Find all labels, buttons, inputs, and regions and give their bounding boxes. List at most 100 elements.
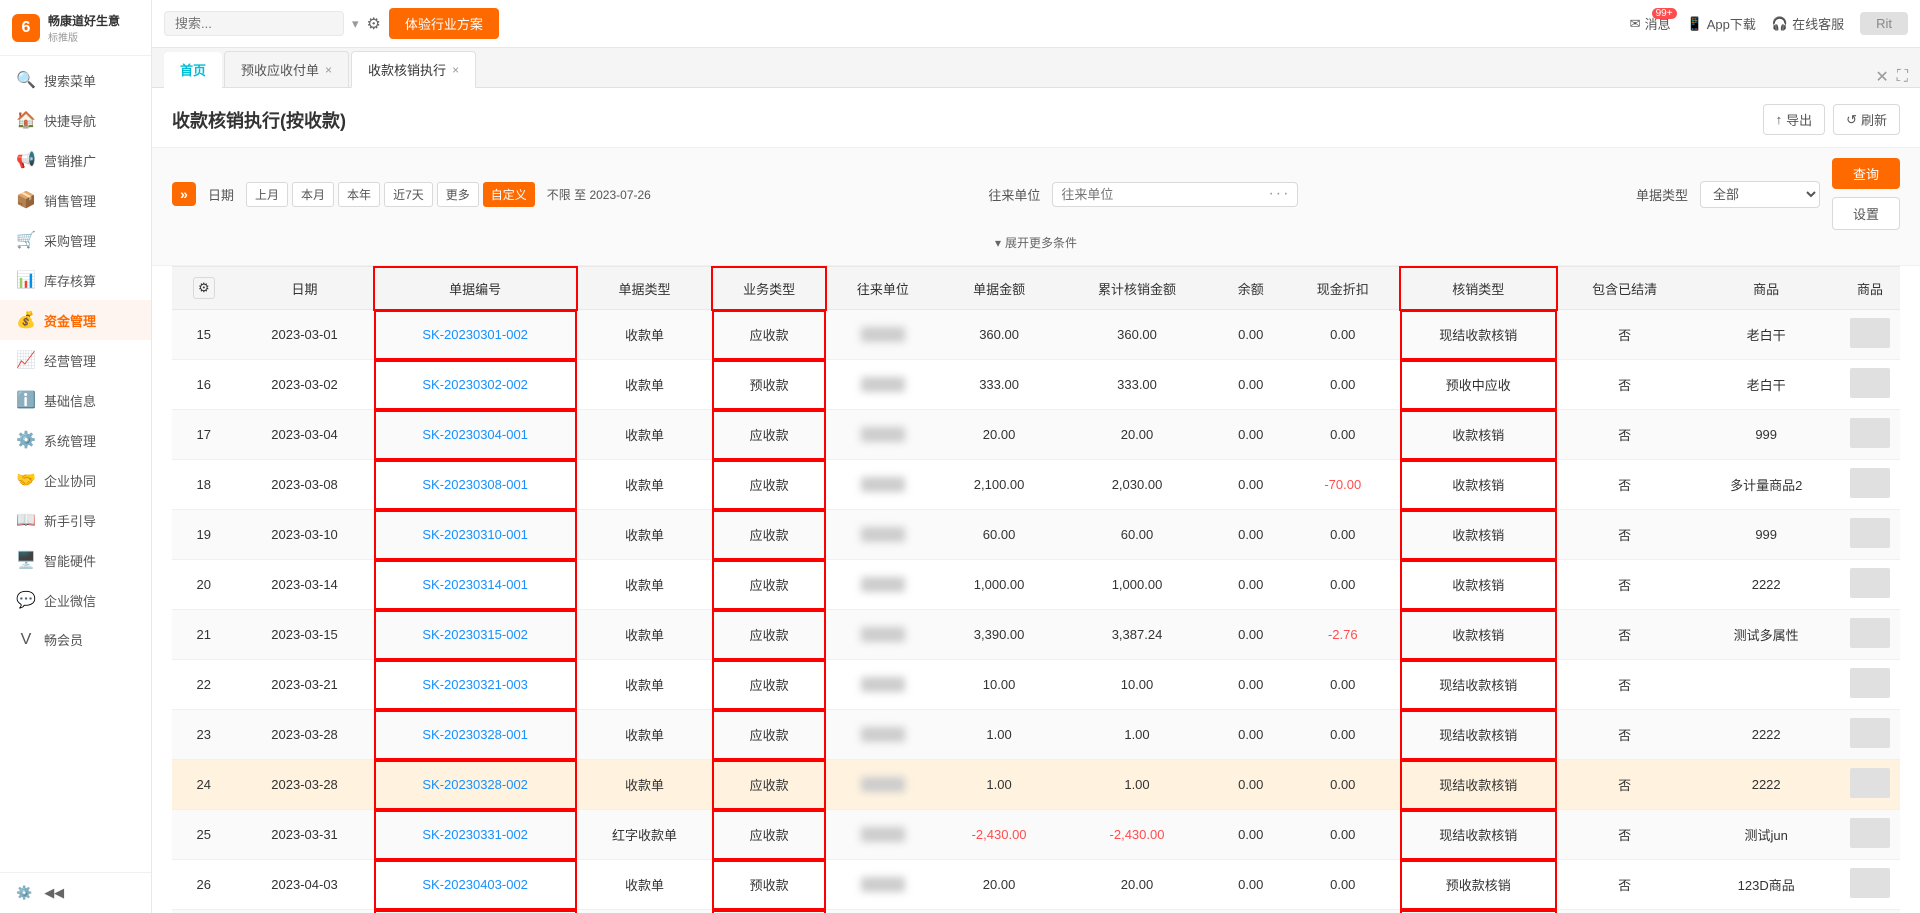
wechat-icon: 💬: [16, 590, 36, 610]
bill-no-link[interactable]: SK-20230308-001: [422, 477, 528, 492]
finance-icon: 💰: [16, 310, 36, 330]
tab-prepay-close-icon[interactable]: ×: [325, 63, 332, 77]
cell-verified: 10.00: [1058, 660, 1215, 710]
bill-no-link[interactable]: SK-20230403-002: [422, 877, 528, 892]
settings-bottom-icon[interactable]: ⚙️: [16, 885, 32, 901]
sidebar-item-label: 销售管理: [44, 191, 96, 210]
cell-bill-no: SK-20230403-002: [374, 860, 577, 910]
sidebar-item-guide[interactable]: 📖 新手引导: [0, 500, 151, 540]
online-service-button[interactable]: 🎧 在线客服: [1772, 14, 1844, 33]
sidebar-item-label: 采购管理: [44, 231, 96, 250]
app-name: 畅康道好生意 标推版: [48, 12, 120, 44]
bill-no-link[interactable]: SK-20230304-001: [422, 427, 528, 442]
cell-goods1: 2222: [1692, 710, 1840, 760]
this-month-button[interactable]: 本月: [292, 182, 334, 207]
last-month-button[interactable]: 上月: [246, 182, 288, 207]
sidebar-item-search[interactable]: 🔍 搜索菜单: [0, 60, 151, 100]
filter-expand-button[interactable]: »: [172, 182, 196, 206]
unit-search-input[interactable]: [1052, 182, 1298, 207]
sidebar: 6 畅康道好生意 标推版 🔍 搜索菜单 🏠 快捷导航 📢 营销推广 📦 销售管理…: [0, 0, 152, 913]
cell-bill-type: 收款单: [577, 660, 712, 710]
app-download-button[interactable]: 📱 App下载: [1687, 14, 1756, 33]
unit-filter-label: 往来单位: [988, 185, 1040, 204]
tabbar-right-controls: ✕ ⛶: [1875, 67, 1920, 87]
topbar-search-input[interactable]: [164, 11, 344, 36]
bill-no-link[interactable]: SK-20230328-002: [422, 777, 528, 792]
bill-no-link[interactable]: SK-20230310-001: [422, 527, 528, 542]
tab-collection-label: 收款核销执行: [368, 60, 446, 79]
cell-verified: 1,000.00: [1058, 560, 1215, 610]
expand-more-row[interactable]: ▾ 展开更多条件: [172, 230, 1900, 255]
main-area: ▾ ⚙ 体验行业方案 ✉ 消息 99+ 📱 App下载 🎧 在线客服 Rit 首…: [152, 0, 1920, 913]
tab-prepay[interactable]: 预收应收付单 ×: [224, 51, 349, 87]
sidebar-item-inventory[interactable]: 📊 库存核算: [0, 260, 151, 300]
cell-amount: 2,100.00: [940, 460, 1059, 510]
this-year-button[interactable]: 本年: [338, 182, 380, 207]
bill-no-link[interactable]: SK-20230315-002: [422, 627, 528, 642]
tab-close-all-icon[interactable]: ✕: [1875, 67, 1888, 87]
tabbar: 首页 预收应收付单 × 收款核销执行 × ✕ ⛶: [152, 48, 1920, 88]
cell-no: 23: [172, 710, 236, 760]
export-button[interactable]: ↑ 导出: [1763, 104, 1826, 135]
cell-verify-type: 现结收款核销: [1400, 910, 1557, 913]
cell-bill-no: SK-20230314-001: [374, 560, 577, 610]
sidebar-item-base-info[interactable]: ℹ️ 基础信息: [0, 380, 151, 420]
cell-amount: 20.00: [940, 410, 1059, 460]
7days-button[interactable]: 近7天: [384, 182, 433, 207]
cell-goods2: [1840, 410, 1900, 460]
bill-no-link[interactable]: SK-20230301-002: [422, 327, 528, 342]
column-settings-icon[interactable]: ⚙: [193, 277, 215, 299]
sidebar-item-management[interactable]: 📈 经营管理: [0, 340, 151, 380]
unit-search-dots[interactable]: ···: [1268, 185, 1290, 203]
sidebar-item-marketing[interactable]: 📢 营销推广: [0, 140, 151, 180]
user-avatar[interactable]: Rit: [1860, 12, 1908, 35]
sidebar-item-vip[interactable]: V 畅会员: [0, 620, 151, 659]
message-button[interactable]: ✉ 消息 99+: [1630, 14, 1671, 33]
tab-collection[interactable]: 收款核销执行 ×: [351, 51, 476, 88]
collapse-icon[interactable]: ◀◀: [44, 885, 64, 901]
settings-button[interactable]: 设置: [1832, 197, 1900, 230]
table-body: 15 2023-03-01 SK-20230301-002 收款单 应收款 XX…: [172, 310, 1900, 913]
custom-date-button[interactable]: 自定义: [483, 182, 535, 207]
cell-verify-type: 收款核销: [1400, 460, 1557, 510]
cell-bill-type: 收款单: [577, 760, 712, 810]
sidebar-menu: 🔍 搜索菜单 🏠 快捷导航 📢 营销推广 📦 销售管理 🛒 采购管理 📊 库存核…: [0, 56, 151, 872]
cell-verified: 3,387.24: [1058, 610, 1215, 660]
cell-verify-type: 现结收款核销: [1400, 710, 1557, 760]
sidebar-item-quick-nav[interactable]: 🏠 快捷导航: [0, 100, 151, 140]
cell-biz-type: 应收款: [712, 660, 826, 710]
cell-included: 否: [1557, 410, 1692, 460]
page-title: 收款核销执行(按收款): [172, 107, 346, 133]
bill-no-link[interactable]: SK-20230302-002: [422, 377, 528, 392]
sidebar-item-finance[interactable]: 💰 资金管理: [0, 300, 151, 340]
cell-biz-type: 应收款: [712, 460, 826, 510]
sidebar-item-system[interactable]: ⚙️ 系统管理: [0, 420, 151, 460]
cell-goods2: [1840, 910, 1900, 913]
sidebar-item-sales[interactable]: 📦 销售管理: [0, 180, 151, 220]
tab-collection-close-icon[interactable]: ×: [452, 63, 459, 77]
tab-home[interactable]: 首页: [164, 52, 222, 88]
bill-no-link[interactable]: SK-20230321-003: [422, 677, 528, 692]
cell-unit: XXXXX: [826, 910, 940, 913]
cell-unit: XXXXX: [826, 810, 940, 860]
query-button[interactable]: 查询: [1832, 158, 1900, 189]
cell-bill-no: SK-20230331-002: [374, 810, 577, 860]
topbar-gear-icon[interactable]: ⚙: [367, 14, 381, 34]
cell-bill-no: SK-20230304-001: [374, 410, 577, 460]
sidebar-item-purchase[interactable]: 🛒 采购管理: [0, 220, 151, 260]
bill-no-link[interactable]: SK-20230328-001: [422, 727, 528, 742]
refresh-button[interactable]: ↺ 刷新: [1833, 104, 1900, 135]
bill-no-link[interactable]: SK-20230331-002: [422, 827, 528, 842]
page-actions: ↑ 导出 ↺ 刷新: [1763, 104, 1900, 135]
industry-solution-button[interactable]: 体验行业方案: [389, 8, 499, 39]
voucher-type-select[interactable]: 全部 收款单 红字收款单: [1700, 181, 1820, 208]
topbar-dropdown-arrow[interactable]: ▾: [352, 16, 359, 32]
sidebar-item-collab[interactable]: 🤝 企业协同: [0, 460, 151, 500]
sidebar-item-hardware[interactable]: 🖥️ 智能硬件: [0, 540, 151, 580]
more-date-button[interactable]: 更多: [437, 182, 479, 207]
cell-unit: XXXXX: [826, 860, 940, 910]
tab-maximize-icon[interactable]: ⛶: [1897, 68, 1908, 86]
sidebar-item-wechat[interactable]: 💬 企业微信: [0, 580, 151, 620]
bill-no-link[interactable]: SK-20230314-001: [422, 577, 528, 592]
cell-balance: 0.00: [1216, 310, 1286, 360]
